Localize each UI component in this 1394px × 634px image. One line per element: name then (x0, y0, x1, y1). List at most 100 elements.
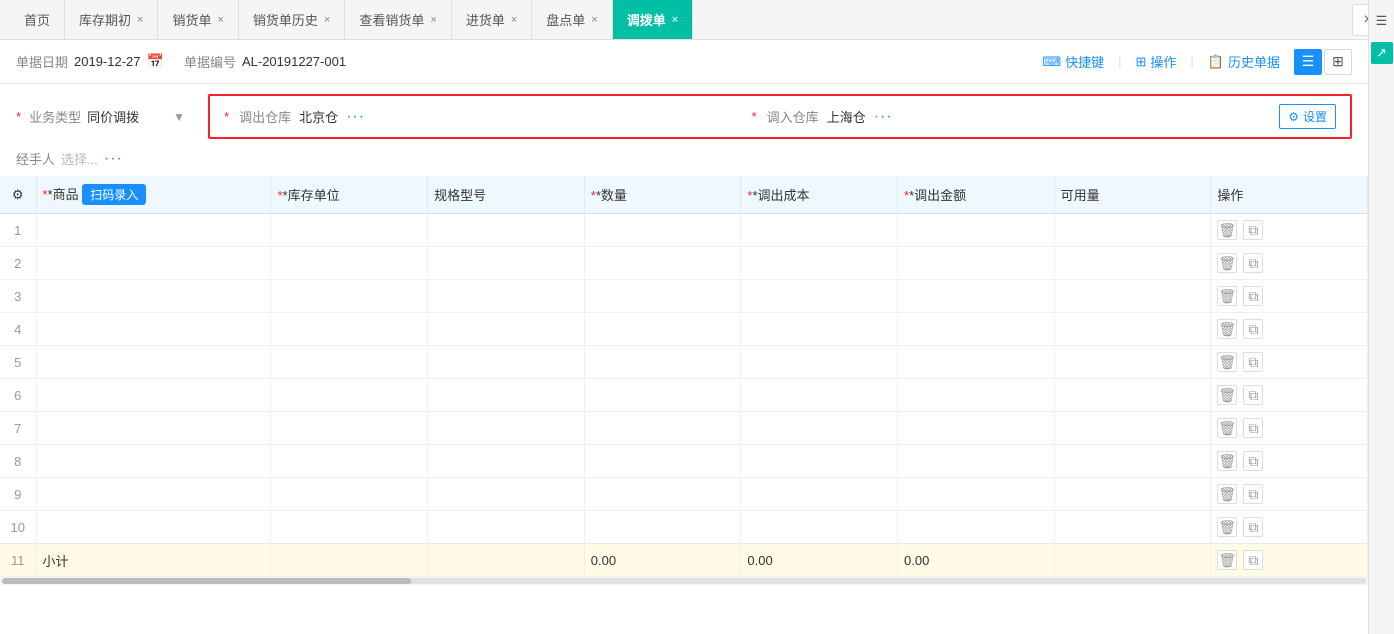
row-product[interactable] (36, 346, 271, 379)
operation-button[interactable]: ⊞ 操作 (1135, 52, 1176, 71)
row-delete-icon[interactable]: 🗑 (1217, 220, 1237, 240)
row-product[interactable] (36, 445, 271, 478)
row-amount[interactable] (898, 478, 1055, 511)
row-copy-icon[interactable]: ⧉ (1243, 319, 1263, 339)
tab-close-sales-history[interactable]: × (324, 14, 330, 26)
tab-inventory-init[interactable]: 库存期初 × (65, 0, 158, 39)
tab-close-inventory[interactable]: × (591, 14, 597, 26)
sidebar-list-icon[interactable]: ☰ (1371, 10, 1393, 32)
tab-close-transfer[interactable]: × (672, 14, 678, 26)
row-spec[interactable] (428, 412, 585, 445)
warehouse-in-more-icon[interactable]: ··· (874, 108, 893, 126)
row-amount[interactable] (898, 313, 1055, 346)
row-qty[interactable] (584, 313, 741, 346)
row-copy-icon[interactable]: ⧉ (1243, 451, 1263, 471)
row-unit[interactable] (271, 247, 428, 280)
business-type-value[interactable]: 同价调拨 (87, 107, 167, 126)
row-delete-icon[interactable]: 🗑 (1217, 385, 1237, 405)
row-amount[interactable] (898, 247, 1055, 280)
row-spec[interactable] (428, 478, 585, 511)
row-qty[interactable] (584, 511, 741, 544)
row-cost[interactable] (741, 511, 898, 544)
row-delete-icon[interactable]: 🗑 (1217, 451, 1237, 471)
warehouse-out-value[interactable]: 北京仓 (299, 107, 338, 126)
row-copy-icon[interactable]: ⧉ (1243, 385, 1263, 405)
row-product[interactable] (36, 247, 271, 280)
tab-home[interactable]: 首页 (10, 0, 65, 39)
row-copy-icon[interactable]: ⧉ (1243, 253, 1263, 273)
tab-sales-history[interactable]: 销货单历史 × (239, 0, 345, 39)
row-spec[interactable] (428, 379, 585, 412)
tab-view-sales[interactable]: 查看销货单 × (345, 0, 451, 39)
grid-view-button[interactable]: ⊞ (1324, 49, 1352, 75)
row-amount[interactable] (898, 511, 1055, 544)
tab-transfer[interactable]: 调拨单 × (613, 0, 693, 39)
row-copy-icon[interactable]: ⧉ (1243, 484, 1263, 504)
row-copy-icon[interactable]: ⧉ (1243, 286, 1263, 306)
operator-value[interactable]: 选择... (61, 149, 98, 168)
settings-button[interactable]: ⚙ 设置 (1279, 104, 1336, 129)
row-cost[interactable] (741, 280, 898, 313)
row-unit[interactable] (271, 445, 428, 478)
tab-close-purchase[interactable]: × (511, 14, 517, 26)
sidebar-external-icon[interactable]: ↗ (1371, 42, 1393, 64)
row-qty[interactable] (584, 346, 741, 379)
row-spec[interactable] (428, 511, 585, 544)
row-qty[interactable] (584, 214, 741, 247)
row-copy-icon[interactable]: ⧉ (1243, 220, 1263, 240)
row-unit[interactable] (271, 313, 428, 346)
horizontal-scrollbar[interactable] (0, 577, 1368, 585)
row-spec[interactable] (428, 445, 585, 478)
row-amount[interactable] (898, 445, 1055, 478)
tab-inventory[interactable]: 盘点单 × (532, 0, 612, 39)
row-qty[interactable] (584, 247, 741, 280)
row-delete-icon[interactable]: 🗑 (1217, 418, 1237, 438)
row-qty[interactable] (584, 280, 741, 313)
row-unit[interactable] (271, 478, 428, 511)
row-cost[interactable] (741, 214, 898, 247)
row-unit[interactable] (271, 214, 428, 247)
row-delete-icon[interactable]: 🗑 (1217, 352, 1237, 372)
row-unit[interactable] (271, 346, 428, 379)
list-view-button[interactable]: ☰ (1294, 49, 1322, 75)
row-copy-icon[interactable]: ⧉ (1243, 352, 1263, 372)
row-unit[interactable] (271, 379, 428, 412)
scan-button[interactable]: 扫码录入 (82, 184, 146, 205)
row-delete-icon[interactable]: 🗑 (1217, 286, 1237, 306)
row-delete-icon[interactable]: 🗑 (1217, 319, 1237, 339)
row-qty[interactable] (584, 412, 741, 445)
row-spec[interactable] (428, 346, 585, 379)
subtotal-copy-icon[interactable]: ⧉ (1243, 550, 1263, 570)
operator-more-icon[interactable]: ··· (104, 150, 123, 168)
row-product[interactable] (36, 313, 271, 346)
calendar-icon[interactable]: 📅 (147, 53, 164, 70)
tab-close-inventory-init[interactable]: × (137, 14, 143, 26)
row-unit[interactable] (271, 280, 428, 313)
tab-close-view-sales[interactable]: × (430, 14, 436, 26)
row-amount[interactable] (898, 280, 1055, 313)
row-unit[interactable] (271, 511, 428, 544)
business-type-arrow-icon[interactable]: ▼ (173, 110, 185, 124)
row-copy-icon[interactable]: ⧉ (1243, 517, 1263, 537)
warehouse-out-more-icon[interactable]: ··· (346, 108, 365, 126)
row-cost[interactable] (741, 478, 898, 511)
row-cost[interactable] (741, 346, 898, 379)
row-product[interactable] (36, 379, 271, 412)
row-product[interactable] (36, 412, 271, 445)
table-header-gear[interactable]: ⚙ (0, 176, 36, 214)
row-cost[interactable] (741, 412, 898, 445)
history-button[interactable]: 📋 历史单据 (1208, 52, 1280, 71)
row-delete-icon[interactable]: 🗑 (1217, 517, 1237, 537)
row-product[interactable] (36, 511, 271, 544)
row-product[interactable] (36, 478, 271, 511)
row-qty[interactable] (584, 445, 741, 478)
row-amount[interactable] (898, 346, 1055, 379)
row-spec[interactable] (428, 280, 585, 313)
row-qty[interactable] (584, 379, 741, 412)
subtotal-delete-icon[interactable]: 🗑 (1217, 550, 1237, 570)
shortcut-button[interactable]: ⌨ 快捷键 (1042, 52, 1104, 71)
row-product[interactable] (36, 214, 271, 247)
row-spec[interactable] (428, 313, 585, 346)
tab-close-sales-order[interactable]: × (217, 14, 223, 26)
row-amount[interactable] (898, 214, 1055, 247)
